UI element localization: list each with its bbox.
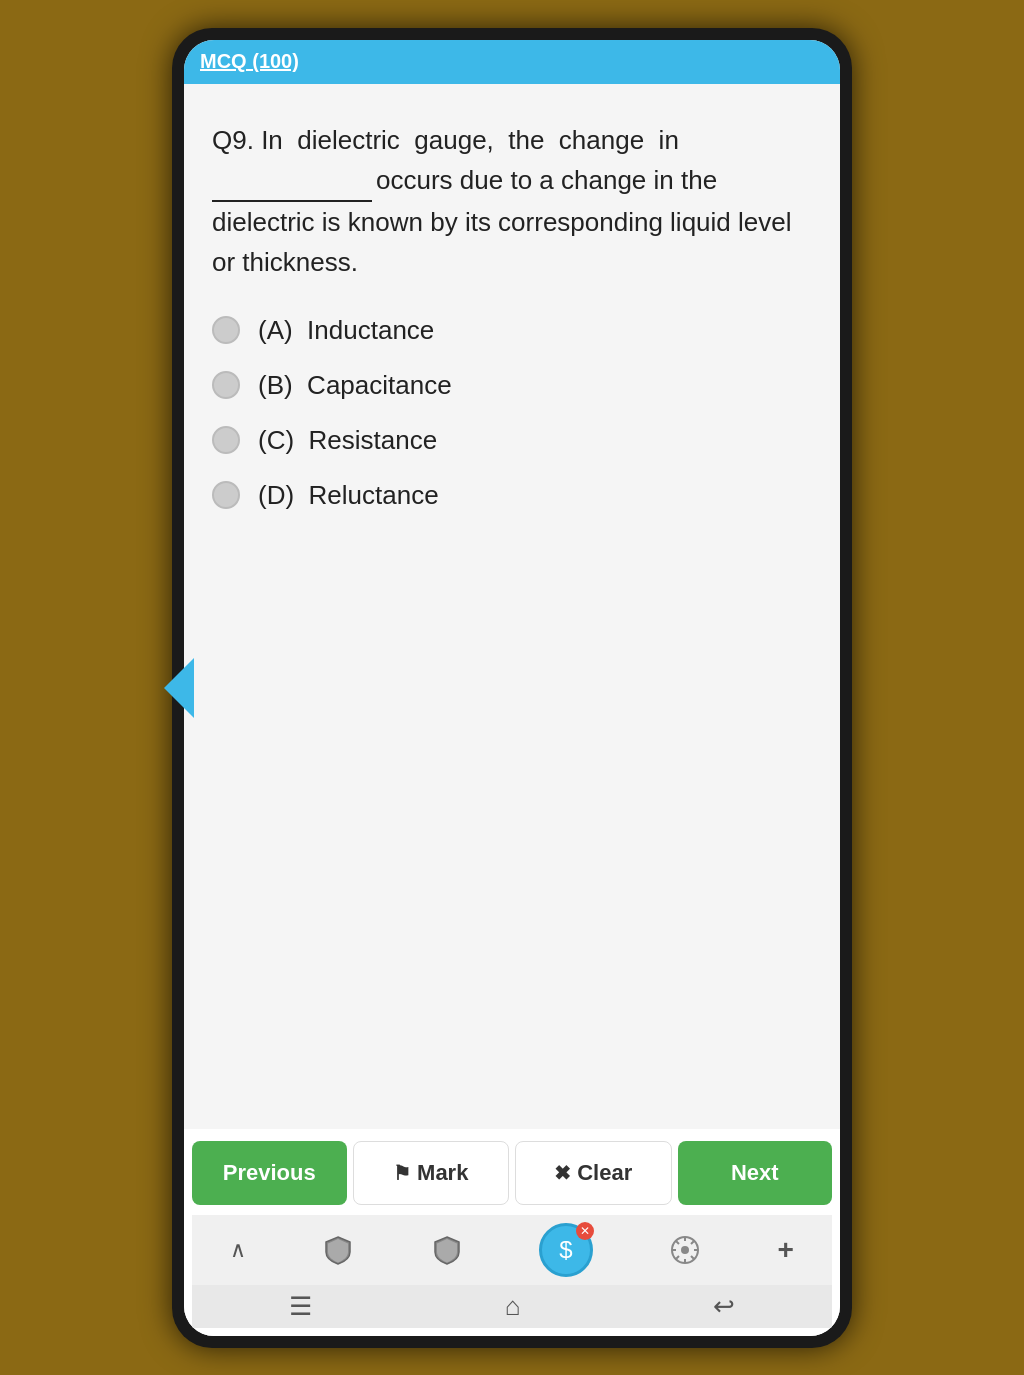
phone-frame: MCQ (100) Q9. In dielectric gauge, the c…: [172, 28, 852, 1348]
caret-up-icon[interactable]: ∧: [230, 1237, 246, 1263]
option-d-label: (D) Reluctance: [258, 480, 439, 511]
question-text-part1: In dielectric gauge, the change in: [261, 125, 679, 155]
next-label: Next: [731, 1160, 779, 1186]
clear-label: Clear: [577, 1160, 632, 1186]
mark-button[interactable]: ⚑ Mark: [353, 1141, 510, 1205]
action-buttons: Previous ⚑ Mark ✖ Clear Next: [192, 1141, 832, 1205]
option-c-label: (C) Resistance: [258, 425, 437, 456]
options-list: (A) Inductance (B) Capacitance (C) Resis…: [212, 315, 812, 511]
shield-icon-1[interactable]: [322, 1234, 354, 1266]
radio-d[interactable]: [212, 481, 240, 509]
side-indicator: [164, 658, 194, 718]
previous-button[interactable]: Previous: [192, 1141, 347, 1205]
shield-icon-2[interactable]: [431, 1234, 463, 1266]
radio-b[interactable]: [212, 371, 240, 399]
question-blank: [212, 160, 372, 202]
radio-c[interactable]: [212, 426, 240, 454]
option-a[interactable]: (A) Inductance: [212, 315, 812, 346]
floating-action-button[interactable]: $ ✕: [539, 1223, 593, 1277]
settings-icon[interactable]: [669, 1234, 701, 1266]
content-area: Q9. In dielectric gauge, the change in o…: [184, 84, 840, 1129]
option-c[interactable]: (C) Resistance: [212, 425, 812, 456]
home-icon[interactable]: ⌂: [505, 1291, 521, 1322]
option-b[interactable]: (B) Capacitance: [212, 370, 812, 401]
question-block: Q9. In dielectric gauge, the change in o…: [212, 120, 812, 283]
nav-row: ☰ ⌂ ↩: [192, 1285, 832, 1328]
app-title: MCQ (100): [200, 50, 299, 73]
option-a-label: (A) Inductance: [258, 315, 434, 346]
phone-screen: MCQ (100) Q9. In dielectric gauge, the c…: [184, 40, 840, 1336]
option-d[interactable]: (D) Reluctance: [212, 480, 812, 511]
previous-label: Previous: [223, 1160, 316, 1186]
plus-icon[interactable]: +: [777, 1234, 793, 1266]
next-button[interactable]: Next: [678, 1141, 833, 1205]
clear-icon: ✖: [554, 1161, 571, 1185]
svg-point-1: [681, 1246, 689, 1254]
bottom-nav: Previous ⚑ Mark ✖ Clear Next ∧: [184, 1129, 840, 1336]
floating-btn-icon: $: [559, 1236, 572, 1264]
clear-button[interactable]: ✖ Clear: [515, 1141, 672, 1205]
back-icon[interactable]: ↩: [713, 1291, 735, 1322]
menu-icon[interactable]: ☰: [289, 1291, 312, 1322]
status-bar: MCQ (100): [184, 40, 840, 84]
question-number: Q9.: [212, 125, 261, 155]
close-dot-icon: ✕: [576, 1222, 594, 1240]
mark-icon: ⚑: [393, 1161, 411, 1185]
option-b-label: (B) Capacitance: [258, 370, 452, 401]
radio-a[interactable]: [212, 316, 240, 344]
mark-label: Mark: [417, 1160, 468, 1186]
system-bar: ∧ $ ✕: [192, 1215, 832, 1285]
